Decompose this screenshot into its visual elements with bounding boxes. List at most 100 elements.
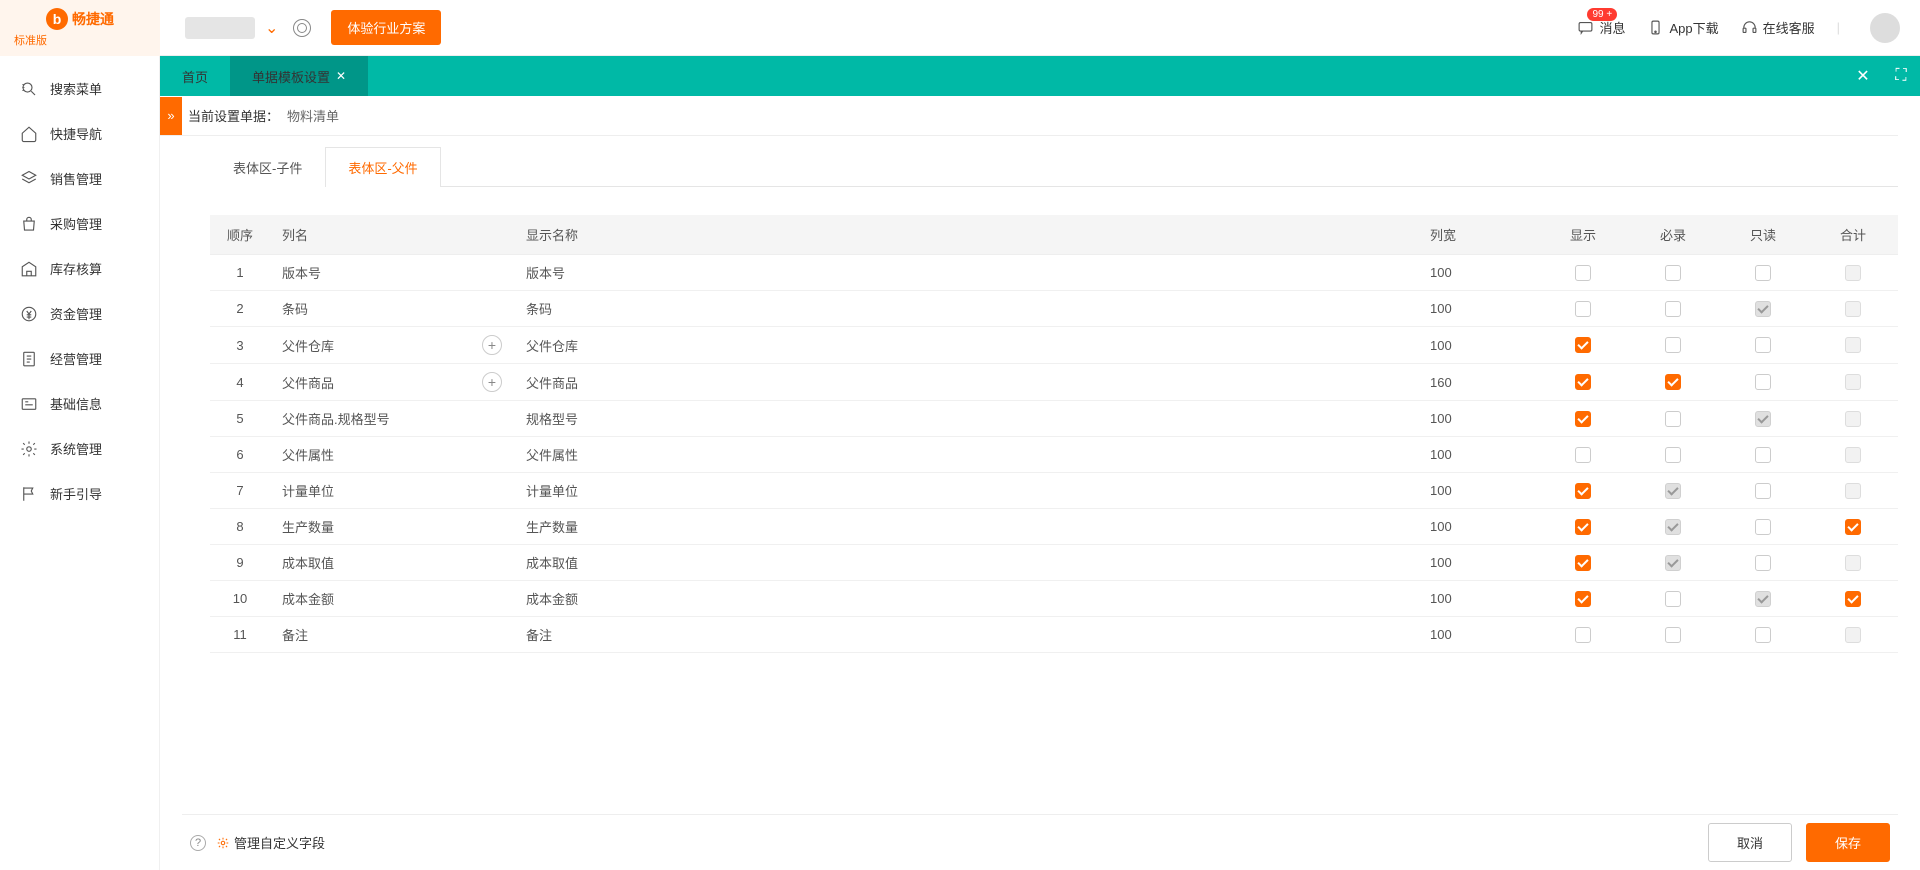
checkbox[interactable] bbox=[1665, 337, 1681, 353]
cell-width[interactable]: 100 bbox=[1418, 255, 1538, 291]
tab-home[interactable]: 首页 bbox=[160, 56, 230, 96]
add-icon[interactable]: + bbox=[482, 335, 502, 355]
table-row[interactable]: 6父件属性父件属性100 bbox=[210, 437, 1898, 473]
cell-name: 条码 bbox=[270, 291, 470, 327]
tab-template-settings[interactable]: 单据模板设置✕ bbox=[230, 56, 368, 96]
fullscreen-icon[interactable]: ⛶ bbox=[1882, 56, 1920, 96]
cell-disp[interactable]: 父件属性 bbox=[514, 437, 1418, 473]
manage-custom-fields-link[interactable]: 管理自定义字段 bbox=[216, 833, 325, 852]
cell-width[interactable]: 100 bbox=[1418, 581, 1538, 617]
table-row[interactable]: 3父件仓库+父件仓库100 bbox=[210, 327, 1898, 364]
online-service-link[interactable]: 在线客服 bbox=[1741, 18, 1815, 37]
checkbox[interactable] bbox=[1755, 627, 1771, 643]
sidebar-item-finance[interactable]: 资金管理 bbox=[0, 291, 159, 336]
checkbox[interactable] bbox=[1575, 337, 1591, 353]
add-icon[interactable]: + bbox=[482, 372, 502, 392]
checkbox[interactable] bbox=[1755, 374, 1771, 390]
table-row[interactable]: 11备注备注100 bbox=[210, 617, 1898, 653]
checkbox[interactable] bbox=[1755, 337, 1771, 353]
checkbox[interactable] bbox=[1845, 591, 1861, 607]
checkbox[interactable] bbox=[1665, 627, 1681, 643]
org-selector[interactable]: ⌄ bbox=[185, 17, 278, 39]
table-row[interactable]: 2条码条码100 bbox=[210, 291, 1898, 327]
tabbar: 首页 单据模板设置✕ ✕ ⛶ bbox=[160, 56, 1920, 96]
table-row[interactable]: 8生产数量生产数量100 bbox=[210, 509, 1898, 545]
cell-disp[interactable]: 父件仓库 bbox=[514, 327, 1418, 364]
cell-disp[interactable]: 版本号 bbox=[514, 255, 1418, 291]
table-row[interactable]: 5父件商品.规格型号规格型号100 bbox=[210, 401, 1898, 437]
checkbox[interactable] bbox=[1575, 591, 1591, 607]
collapse-toggle[interactable]: » bbox=[160, 97, 182, 135]
app-download-link[interactable]: App下载 bbox=[1647, 18, 1718, 37]
sidebar-item-purchase[interactable]: 采购管理 bbox=[0, 201, 159, 246]
cell-width[interactable]: 100 bbox=[1418, 291, 1538, 327]
checkbox[interactable] bbox=[1575, 627, 1591, 643]
settings-icon[interactable] bbox=[293, 19, 311, 37]
checkbox[interactable] bbox=[1845, 519, 1861, 535]
avatar[interactable] bbox=[1870, 13, 1900, 43]
cell-width[interactable]: 100 bbox=[1418, 617, 1538, 653]
cancel-button[interactable]: 取消 bbox=[1708, 823, 1792, 862]
messages-link[interactable]: 99 + 消息 bbox=[1577, 18, 1625, 37]
checkbox[interactable] bbox=[1575, 519, 1591, 535]
checkbox[interactable] bbox=[1755, 483, 1771, 499]
checkbox[interactable] bbox=[1755, 265, 1771, 281]
cell-disp[interactable]: 备注 bbox=[514, 617, 1418, 653]
table-row[interactable]: 10成本金额成本金额100 bbox=[210, 581, 1898, 617]
checkbox[interactable] bbox=[1575, 447, 1591, 463]
checkbox[interactable] bbox=[1665, 265, 1681, 281]
cell-width[interactable]: 100 bbox=[1418, 545, 1538, 581]
tab-close-all-icon[interactable]: ✕ bbox=[1844, 56, 1882, 96]
cell-disp[interactable]: 父件商品 bbox=[514, 364, 1418, 401]
sidebar-item-system[interactable]: 系统管理 bbox=[0, 426, 159, 471]
checkbox[interactable] bbox=[1575, 411, 1591, 427]
checkbox[interactable] bbox=[1755, 519, 1771, 535]
cell-width[interactable]: 100 bbox=[1418, 401, 1538, 437]
checkbox[interactable] bbox=[1575, 374, 1591, 390]
cell-width[interactable]: 100 bbox=[1418, 473, 1538, 509]
inner-tab-parent[interactable]: 表体区-父件 bbox=[325, 147, 440, 187]
table-row[interactable]: 4父件商品+父件商品160 bbox=[210, 364, 1898, 401]
cell-disp[interactable]: 成本金额 bbox=[514, 581, 1418, 617]
sidebar-item-search[interactable]: 搜索菜单 bbox=[0, 66, 159, 111]
checkbox[interactable] bbox=[1665, 591, 1681, 607]
cell-disp[interactable]: 计量单位 bbox=[514, 473, 1418, 509]
help-icon[interactable]: ? bbox=[190, 835, 206, 851]
sidebar-item-operation[interactable]: 经营管理 bbox=[0, 336, 159, 381]
checkbox[interactable] bbox=[1755, 555, 1771, 571]
checkbox[interactable] bbox=[1665, 301, 1681, 317]
table-row[interactable]: 7计量单位计量单位100 bbox=[210, 473, 1898, 509]
inner-tab-child[interactable]: 表体区-子件 bbox=[210, 147, 325, 187]
table-row[interactable]: 1版本号版本号100 bbox=[210, 255, 1898, 291]
sidebar-item-quicknav[interactable]: 快捷导航 bbox=[0, 111, 159, 156]
checkbox[interactable] bbox=[1575, 555, 1591, 571]
checkbox[interactable] bbox=[1755, 447, 1771, 463]
checkbox[interactable] bbox=[1575, 301, 1591, 317]
checkbox[interactable] bbox=[1665, 447, 1681, 463]
cell-width[interactable]: 100 bbox=[1418, 509, 1538, 545]
th-required: 必录 bbox=[1628, 215, 1718, 255]
cell-disp[interactable]: 条码 bbox=[514, 291, 1418, 327]
checkbox[interactable] bbox=[1665, 374, 1681, 390]
checkbox[interactable] bbox=[1575, 483, 1591, 499]
cell-width[interactable]: 100 bbox=[1418, 327, 1538, 364]
cell-disp[interactable]: 规格型号 bbox=[514, 401, 1418, 437]
sidebar-item-sales[interactable]: 销售管理 bbox=[0, 156, 159, 201]
checkbox bbox=[1845, 374, 1861, 390]
sidebar-item-inventory[interactable]: 库存核算 bbox=[0, 246, 159, 291]
sidebar-item-guide[interactable]: 新手引导 bbox=[0, 471, 159, 516]
cell-readonly bbox=[1718, 255, 1808, 291]
cell-width[interactable]: 100 bbox=[1418, 437, 1538, 473]
table-row[interactable]: 9成本取值成本取值100 bbox=[210, 545, 1898, 581]
save-button[interactable]: 保存 bbox=[1806, 823, 1890, 862]
cell-width[interactable]: 160 bbox=[1418, 364, 1538, 401]
checkbox[interactable] bbox=[1575, 265, 1591, 281]
cell-seq: 4 bbox=[210, 364, 270, 401]
sidebar-item-basedata[interactable]: 基础信息 bbox=[0, 381, 159, 426]
yen-icon bbox=[20, 305, 38, 323]
checkbox[interactable] bbox=[1665, 411, 1681, 427]
cell-disp[interactable]: 成本取值 bbox=[514, 545, 1418, 581]
experience-button[interactable]: 体验行业方案 bbox=[331, 10, 441, 45]
close-icon[interactable]: ✕ bbox=[336, 69, 346, 83]
cell-disp[interactable]: 生产数量 bbox=[514, 509, 1418, 545]
